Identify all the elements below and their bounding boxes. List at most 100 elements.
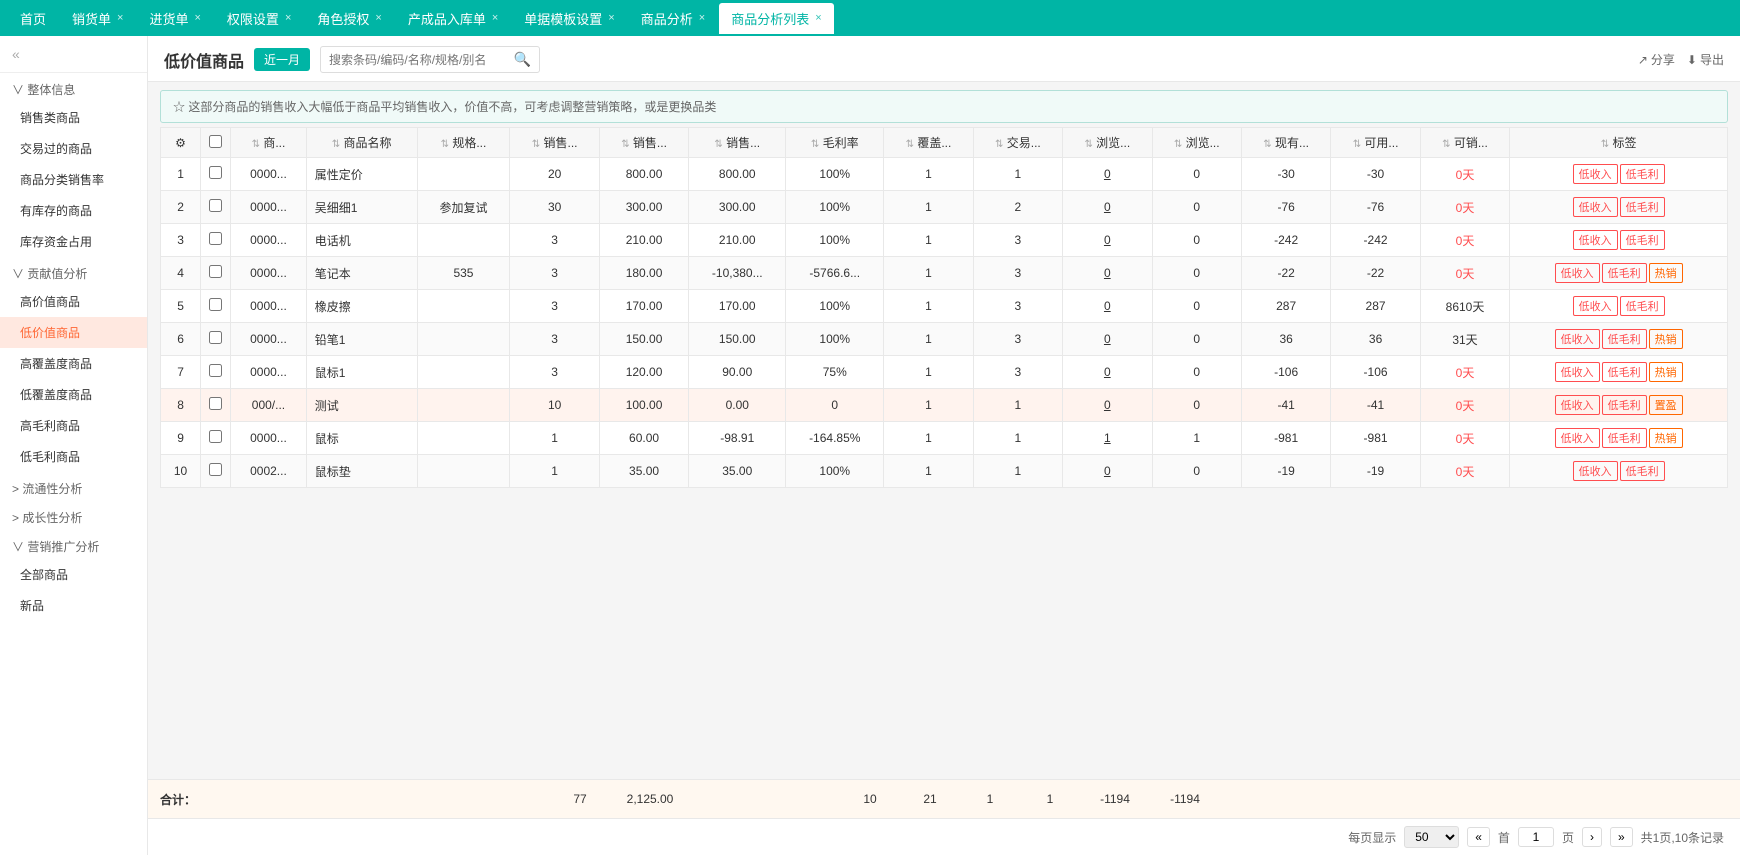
coverage-col-header[interactable]: ⇅ 覆盖...: [884, 128, 973, 158]
row-browse1[interactable]: 1: [1063, 422, 1152, 455]
sidebar-group-marketing[interactable]: ∨ 营销推广分析: [0, 530, 147, 559]
sidebar-item-traded-products[interactable]: 交易过的商品: [0, 133, 147, 164]
row-checkbox[interactable]: [201, 224, 231, 257]
row-checkbox[interactable]: [201, 356, 231, 389]
sidebar-item-high-margin[interactable]: 高毛利商品: [0, 410, 147, 441]
close-icon[interactable]: ×: [375, 12, 381, 24]
tags-col-header[interactable]: ⇅ 标签: [1510, 128, 1728, 158]
row-select-checkbox[interactable]: [209, 199, 222, 212]
browse-link[interactable]: 0: [1104, 167, 1111, 181]
row-select-checkbox[interactable]: [209, 397, 222, 410]
sidebar-item-high-value[interactable]: 高价值商品: [0, 286, 147, 317]
row-browse1[interactable]: 0: [1063, 191, 1152, 224]
browse-link[interactable]: 1: [1104, 431, 1111, 445]
row-browse1[interactable]: 0: [1063, 389, 1152, 422]
sales-amt1-col-header[interactable]: ⇅ 销售...: [599, 128, 688, 158]
close-icon[interactable]: ×: [699, 12, 705, 24]
close-icon[interactable]: ×: [608, 12, 614, 24]
browse-link[interactable]: 0: [1104, 365, 1111, 379]
row-select-checkbox[interactable]: [209, 232, 222, 245]
first-page-button[interactable]: «: [1467, 827, 1490, 847]
row-browse1[interactable]: 0: [1063, 356, 1152, 389]
sidebar-collapse-btn[interactable]: «: [8, 42, 24, 66]
close-icon[interactable]: ×: [815, 12, 821, 24]
row-checkbox[interactable]: [201, 455, 231, 488]
share-button[interactable]: ↗ 分享: [1638, 51, 1675, 68]
last-page-button[interactable]: »: [1610, 827, 1633, 847]
row-checkbox[interactable]: [201, 257, 231, 290]
sidebar-item-low-coverage[interactable]: 低覆盖度商品: [0, 379, 147, 410]
sidebar-item-low-value[interactable]: 低价值商品: [0, 317, 147, 348]
row-browse1[interactable]: 0: [1063, 224, 1152, 257]
nav-home[interactable]: 首页: [8, 3, 58, 34]
browse2-col-header[interactable]: ⇅ 浏览...: [1152, 128, 1241, 158]
sidebar-item-all-products[interactable]: 全部商品: [0, 559, 147, 590]
name-col-header[interactable]: ⇅ 商品名称: [306, 128, 417, 158]
browse-link[interactable]: 0: [1104, 200, 1111, 214]
gross-margin-col-header[interactable]: ⇅ 毛利率: [786, 128, 884, 158]
close-icon[interactable]: ×: [285, 12, 291, 24]
sidebar-item-stocked-products[interactable]: 有库存的商品: [0, 195, 147, 226]
sidebar-item-new-products[interactable]: 新品: [0, 590, 147, 621]
select-all-checkbox[interactable]: [209, 135, 222, 148]
sales-qty-col-header[interactable]: ⇅ 销售...: [510, 128, 599, 158]
nav-role-auth[interactable]: 角色授权 ×: [305, 3, 393, 34]
page-size-select[interactable]: 50 100 200: [1404, 826, 1459, 848]
search-input[interactable]: [329, 53, 508, 67]
checkbox-col-header[interactable]: [201, 128, 231, 158]
row-select-checkbox[interactable]: [209, 298, 222, 311]
browse-link[interactable]: 0: [1104, 332, 1111, 346]
close-icon[interactable]: ×: [117, 12, 123, 24]
sidebar-item-sales-products[interactable]: 销售类商品: [0, 102, 147, 133]
close-icon[interactable]: ×: [492, 12, 498, 24]
browse-link[interactable]: 0: [1104, 266, 1111, 280]
row-select-checkbox[interactable]: [209, 430, 222, 443]
code-col-header[interactable]: ⇅ 商...: [231, 128, 307, 158]
row-browse1[interactable]: 0: [1063, 290, 1152, 323]
row-browse1[interactable]: 0: [1063, 455, 1152, 488]
page-number-input[interactable]: [1518, 827, 1554, 847]
row-select-checkbox[interactable]: [209, 463, 222, 476]
sidebar-group-flow[interactable]: > 流通性分析: [0, 472, 147, 501]
browse-link[interactable]: 0: [1104, 299, 1111, 313]
sidebar-group-overall[interactable]: ∨ 整体信息: [0, 73, 147, 102]
row-checkbox[interactable]: [201, 290, 231, 323]
sidebar-group-contribution[interactable]: ∨ 贡献值分析: [0, 257, 147, 286]
nav-product-analysis-list[interactable]: 商品分析列表 ×: [719, 3, 833, 34]
current-stock-col-header[interactable]: ⇅ 现有...: [1241, 128, 1330, 158]
row-checkbox[interactable]: [201, 158, 231, 191]
row-select-checkbox[interactable]: [209, 331, 222, 344]
row-checkbox[interactable]: [201, 191, 231, 224]
row-checkbox[interactable]: [201, 323, 231, 356]
nav-sales-order[interactable]: 销货单 ×: [60, 3, 135, 34]
settings-col-header[interactable]: ⚙: [161, 128, 201, 158]
nav-product-instock[interactable]: 产成品入库单 ×: [396, 3, 510, 34]
saleable-col-header[interactable]: ⇅ 可销...: [1420, 128, 1509, 158]
sidebar-item-low-margin[interactable]: 低毛利商品: [0, 441, 147, 472]
row-checkbox[interactable]: [201, 422, 231, 455]
sidebar-item-high-coverage[interactable]: 高覆盖度商品: [0, 348, 147, 379]
date-filter-button[interactable]: 近一月: [254, 48, 310, 71]
export-button[interactable]: ⬇ 导出: [1687, 51, 1724, 68]
sidebar-item-stock-capital[interactable]: 库存资金占用: [0, 226, 147, 257]
browse1-col-header[interactable]: ⇅ 浏览...: [1063, 128, 1152, 158]
row-select-checkbox[interactable]: [209, 265, 222, 278]
close-icon[interactable]: ×: [194, 12, 200, 24]
sidebar-item-category-rate[interactable]: 商品分类销售率: [0, 164, 147, 195]
row-checkbox[interactable]: [201, 389, 231, 422]
search-icon[interactable]: 🔍: [514, 51, 531, 68]
available-col-header[interactable]: ⇅ 可用...: [1331, 128, 1420, 158]
spec-col-header[interactable]: ⇅ 规格...: [417, 128, 510, 158]
row-select-checkbox[interactable]: [209, 166, 222, 179]
nav-purchase-order[interactable]: 进货单 ×: [137, 3, 212, 34]
next-page-button[interactable]: ›: [1582, 827, 1602, 847]
nav-permissions[interactable]: 权限设置 ×: [215, 3, 303, 34]
nav-template-settings[interactable]: 单据模板设置 ×: [512, 3, 626, 34]
sales-amt2-col-header[interactable]: ⇅ 销售...: [689, 128, 786, 158]
sidebar-group-growth[interactable]: > 成长性分析: [0, 501, 147, 530]
trade-col-header[interactable]: ⇅ 交易...: [973, 128, 1062, 158]
row-select-checkbox[interactable]: [209, 364, 222, 377]
browse-link[interactable]: 0: [1104, 233, 1111, 247]
row-browse1[interactable]: 0: [1063, 158, 1152, 191]
row-browse1[interactable]: 0: [1063, 257, 1152, 290]
